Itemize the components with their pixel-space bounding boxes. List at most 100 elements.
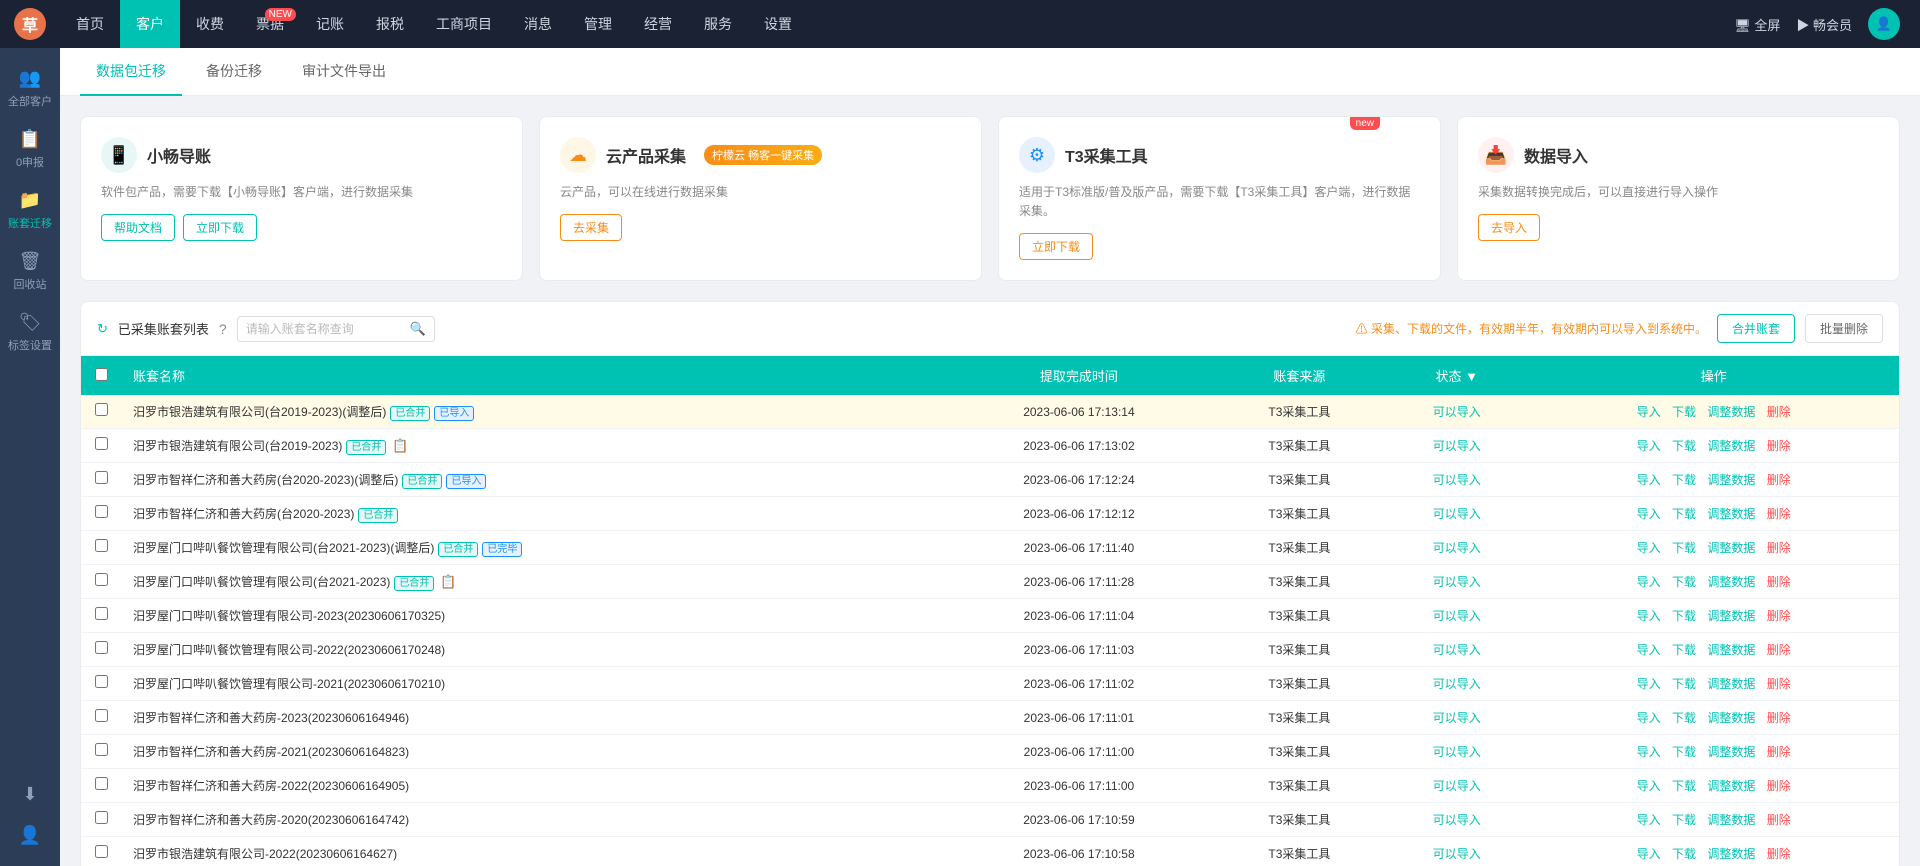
delete-link-10[interactable]: 删除: [1767, 711, 1791, 725]
sidebar-user[interactable]: 👤: [0, 815, 60, 856]
row-checkbox-12[interactable]: [95, 777, 108, 790]
nav-invoice[interactable]: 票据NEW: [240, 0, 300, 48]
nav-operation[interactable]: 经营: [628, 0, 688, 48]
import-link-14[interactable]: 导入: [1637, 847, 1661, 861]
nav-manage[interactable]: 管理: [568, 0, 628, 48]
delete-link-1[interactable]: 删除: [1767, 405, 1791, 419]
tab-audit-export[interactable]: 审计文件导出: [286, 48, 402, 96]
adjust-link-11[interactable]: 调整数据: [1707, 745, 1755, 759]
adjust-link-5[interactable]: 调整数据: [1707, 541, 1755, 555]
download-link-8[interactable]: 下载: [1672, 643, 1696, 657]
download-link-10[interactable]: 下载: [1672, 711, 1696, 725]
go-collect-button[interactable]: 去采集: [560, 214, 622, 241]
help-doc-button[interactable]: 帮助文档: [101, 214, 175, 241]
sidebar-item-account-migration[interactable]: 📁 账套迁移: [0, 180, 60, 241]
t3-download-button[interactable]: 立即下载: [1019, 233, 1093, 260]
row-checkbox-5[interactable]: [95, 539, 108, 552]
row-checkbox-13[interactable]: [95, 811, 108, 824]
search-input[interactable]: [246, 322, 406, 336]
row-checkbox-14[interactable]: [95, 845, 108, 858]
help-icon[interactable]: ?: [219, 321, 227, 337]
download-link-7[interactable]: 下载: [1672, 609, 1696, 623]
go-import-button[interactable]: 去导入: [1478, 214, 1540, 241]
nav-business[interactable]: 工商项目: [420, 0, 508, 48]
adjust-link-1[interactable]: 调整数据: [1707, 405, 1755, 419]
extra-icon[interactable]: 📋: [392, 438, 408, 453]
download-link-4[interactable]: 下载: [1672, 507, 1696, 521]
import-link-6[interactable]: 导入: [1637, 575, 1661, 589]
download-link-12[interactable]: 下载: [1672, 779, 1696, 793]
row-checkbox-4[interactable]: [95, 505, 108, 518]
adjust-link-3[interactable]: 调整数据: [1707, 473, 1755, 487]
row-checkbox-9[interactable]: [95, 675, 108, 688]
delete-link-8[interactable]: 删除: [1767, 643, 1791, 657]
extra-icon[interactable]: 📋: [440, 574, 456, 589]
import-link-9[interactable]: 导入: [1637, 677, 1661, 691]
sidebar-item-all-customers[interactable]: 👥 全部客户: [0, 58, 60, 119]
user-avatar[interactable]: 👤: [1868, 8, 1900, 40]
row-checkbox-7[interactable]: [95, 607, 108, 620]
import-link-11[interactable]: 导入: [1637, 745, 1661, 759]
download-link-5[interactable]: 下载: [1672, 541, 1696, 555]
col-status[interactable]: 状态 ▼: [1385, 356, 1528, 395]
merge-button[interactable]: 合并账套: [1717, 314, 1795, 343]
search-button[interactable]: 🔍: [410, 321, 426, 337]
adjust-link-12[interactable]: 调整数据: [1707, 779, 1755, 793]
adjust-link-10[interactable]: 调整数据: [1707, 711, 1755, 725]
row-checkbox-3[interactable]: [95, 471, 108, 484]
adjust-link-14[interactable]: 调整数据: [1707, 847, 1755, 861]
batch-delete-button[interactable]: 批量删除: [1805, 314, 1883, 343]
fullscreen-btn[interactable]: 🖥 全屏: [1734, 15, 1780, 34]
download-link-14[interactable]: 下载: [1672, 847, 1696, 861]
sidebar-item-tag-settings[interactable]: 🏷 标签设置: [0, 302, 60, 363]
refresh-icon[interactable]: ↻: [97, 321, 108, 337]
import-link-8[interactable]: 导入: [1637, 643, 1661, 657]
download-link-11[interactable]: 下载: [1672, 745, 1696, 759]
delete-link-2[interactable]: 删除: [1767, 439, 1791, 453]
delete-link-12[interactable]: 删除: [1767, 779, 1791, 793]
row-checkbox-10[interactable]: [95, 709, 108, 722]
download-link-2[interactable]: 下载: [1672, 439, 1696, 453]
row-checkbox-1[interactable]: [95, 403, 108, 416]
sidebar-download[interactable]: ⬇: [0, 774, 60, 815]
adjust-link-8[interactable]: 调整数据: [1707, 643, 1755, 657]
download-link-13[interactable]: 下载: [1672, 813, 1696, 827]
adjust-link-4[interactable]: 调整数据: [1707, 507, 1755, 521]
download-link-6[interactable]: 下载: [1672, 575, 1696, 589]
delete-link-4[interactable]: 删除: [1767, 507, 1791, 521]
row-checkbox-11[interactable]: [95, 743, 108, 756]
delete-link-11[interactable]: 删除: [1767, 745, 1791, 759]
import-link-13[interactable]: 导入: [1637, 813, 1661, 827]
nav-home[interactable]: 首页: [60, 0, 120, 48]
import-link-2[interactable]: 导入: [1637, 439, 1661, 453]
adjust-link-7[interactable]: 调整数据: [1707, 609, 1755, 623]
adjust-link-9[interactable]: 调整数据: [1707, 677, 1755, 691]
nav-service[interactable]: 服务: [688, 0, 748, 48]
tab-data-migration[interactable]: 数据包迁移: [80, 48, 182, 96]
delete-link-7[interactable]: 删除: [1767, 609, 1791, 623]
delete-link-13[interactable]: 删除: [1767, 813, 1791, 827]
nav-accounting[interactable]: 记账: [300, 0, 360, 48]
import-link-4[interactable]: 导入: [1637, 507, 1661, 521]
row-checkbox-2[interactable]: [95, 437, 108, 450]
download-link-3[interactable]: 下载: [1672, 473, 1696, 487]
delete-link-3[interactable]: 删除: [1767, 473, 1791, 487]
member-btn[interactable]: ▶ 畅会员: [1796, 15, 1852, 34]
select-all-checkbox[interactable]: [95, 368, 108, 381]
import-link-1[interactable]: 导入: [1637, 405, 1661, 419]
import-link-7[interactable]: 导入: [1637, 609, 1661, 623]
row-checkbox-6[interactable]: [95, 573, 108, 586]
tab-backup-migration[interactable]: 备份迁移: [190, 48, 278, 96]
nav-message[interactable]: 消息: [508, 0, 568, 48]
adjust-link-6[interactable]: 调整数据: [1707, 575, 1755, 589]
delete-link-6[interactable]: 删除: [1767, 575, 1791, 589]
nav-billing[interactable]: 收费: [180, 0, 240, 48]
import-link-10[interactable]: 导入: [1637, 711, 1661, 725]
delete-link-9[interactable]: 删除: [1767, 677, 1791, 691]
download-link-1[interactable]: 下载: [1672, 405, 1696, 419]
app-logo[interactable]: 草: [0, 0, 60, 48]
xiaochangzhang-download-button[interactable]: 立即下载: [183, 214, 257, 241]
download-link-9[interactable]: 下载: [1672, 677, 1696, 691]
sidebar-item-zero-report[interactable]: 📋 0申报: [0, 119, 60, 180]
nav-settings[interactable]: 设置: [748, 0, 808, 48]
